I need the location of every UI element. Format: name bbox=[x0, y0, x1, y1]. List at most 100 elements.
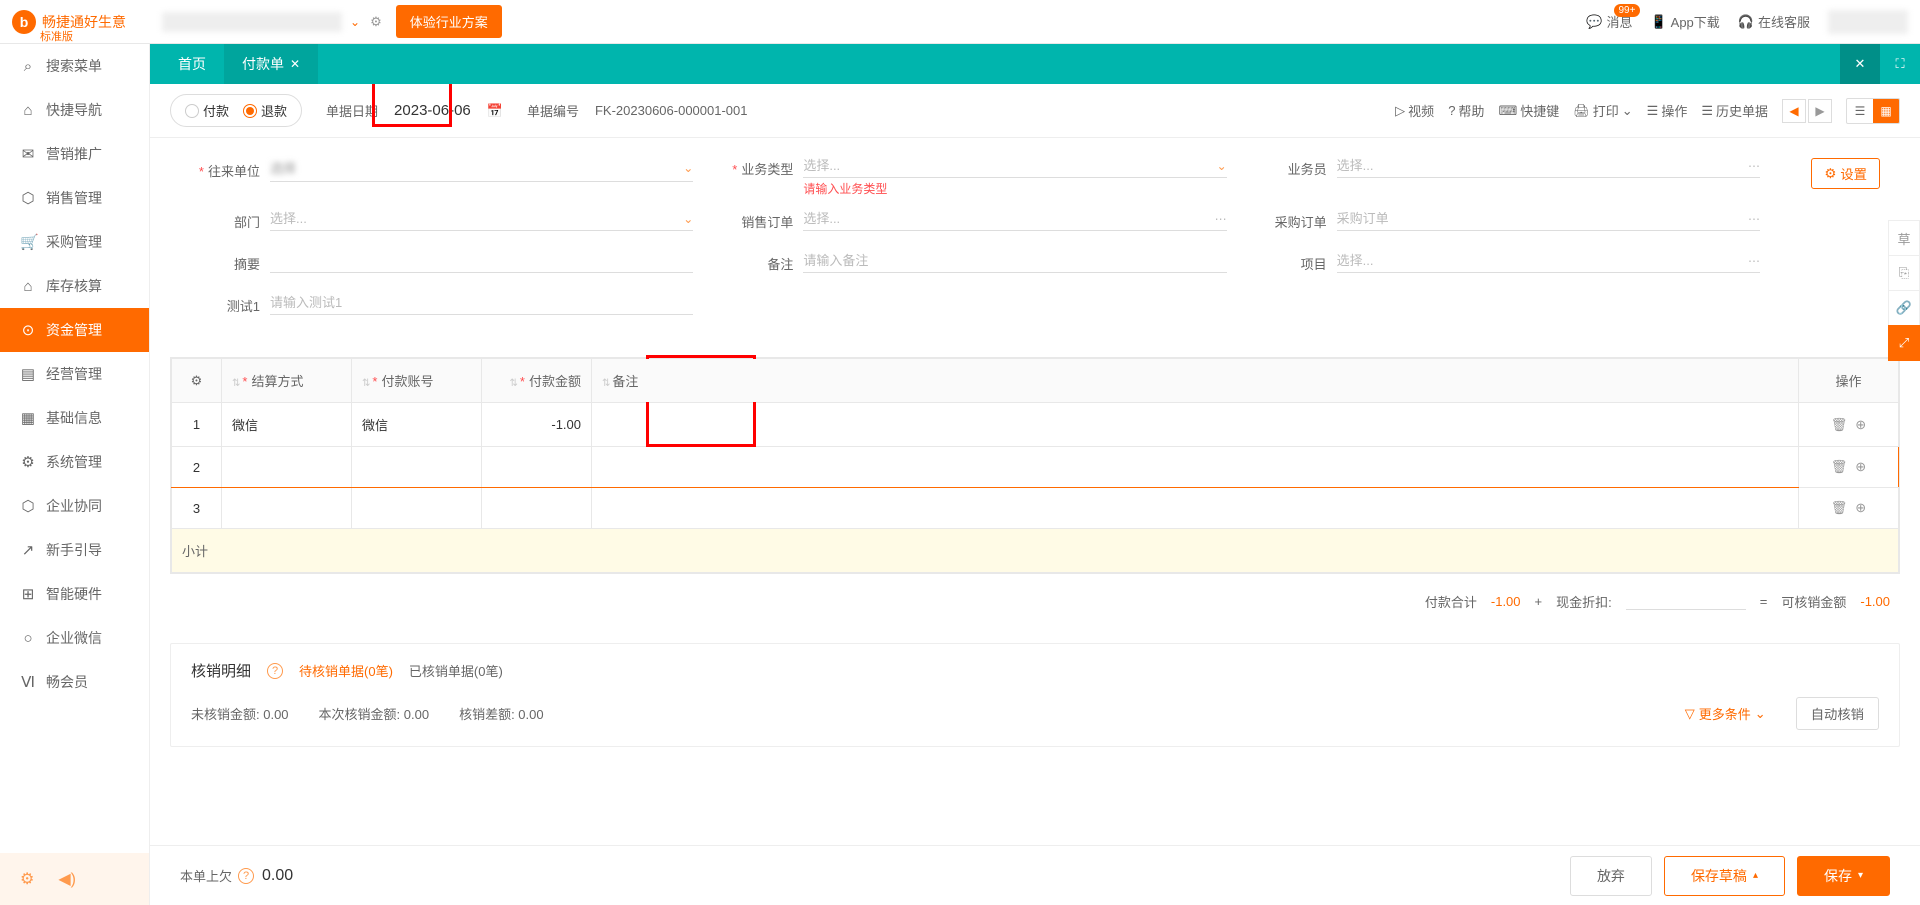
auto-verify-button[interactable]: 自动核销 bbox=[1796, 697, 1879, 730]
float-draft-icon[interactable]: 草 bbox=[1888, 220, 1920, 256]
biztype-label: 业务类型 bbox=[723, 159, 793, 178]
history-link[interactable]: ☰ 历史单据 bbox=[1701, 101, 1768, 120]
delete-icon[interactable]: 🗑 bbox=[1831, 500, 1848, 515]
tab-close-all[interactable]: ✕ bbox=[1840, 44, 1880, 84]
close-icon[interactable]: ✕ bbox=[290, 57, 300, 71]
sidebar-item-2[interactable]: ✉营销推广 bbox=[0, 132, 149, 176]
next-doc[interactable]: ▶ bbox=[1808, 99, 1832, 123]
pending-tab[interactable]: 待核销单据(0笔) bbox=[299, 661, 393, 680]
document-topline: 付款 退款 单据日期 2023-06-06 📅 单据编号 FK-20230606… bbox=[150, 84, 1920, 138]
tab-fullscreen[interactable]: ⛶ bbox=[1880, 44, 1920, 84]
view-toggle: ☰ ▦ bbox=[1846, 98, 1900, 124]
org-selector[interactable]: ⌄ bbox=[162, 12, 360, 32]
sidebar-item-0[interactable]: ⌕搜索菜单 bbox=[0, 44, 149, 88]
avatar[interactable] bbox=[1828, 10, 1908, 34]
delete-icon[interactable]: 🗑 bbox=[1831, 459, 1848, 474]
prev-doc[interactable]: ◀ bbox=[1782, 99, 1806, 123]
sidebar-item-6[interactable]: ⊙资金管理 bbox=[0, 308, 149, 352]
verify-title: 核销明细 bbox=[191, 660, 251, 681]
delete-icon[interactable]: 🗑 bbox=[1831, 417, 1848, 432]
float-expand-icon[interactable]: ⤢ bbox=[1888, 325, 1920, 361]
done-tab[interactable]: 已核销单据(0笔) bbox=[409, 661, 503, 680]
radio-refund[interactable]: 退款 bbox=[237, 99, 293, 122]
table-settings-icon[interactable]: ⚙ bbox=[172, 359, 222, 403]
add-icon[interactable]: ⊕ bbox=[1855, 417, 1866, 432]
ops-link[interactable]: ☰ 操作 bbox=[1647, 101, 1688, 120]
app-download-link[interactable]: 📱 App下载 bbox=[1650, 12, 1719, 31]
print-link[interactable]: 🖨 打印 ⌄ bbox=[1573, 101, 1632, 120]
add-icon[interactable]: ⊕ bbox=[1855, 459, 1866, 474]
table-row[interactable]: 1微信微信-1.00🗑⊕ bbox=[172, 403, 1899, 447]
form-area: 往来单位 选择 ⌄ 业务类型 ⌄ 请输入业务类型 bbox=[150, 138, 1920, 347]
partner-input[interactable]: 选择 ⌄ bbox=[270, 158, 693, 182]
view-list[interactable]: ☰ bbox=[1847, 99, 1873, 123]
purchase-order-input[interactable]: ⋯ bbox=[1337, 211, 1760, 231]
subtotal-row: 小计 bbox=[172, 529, 1899, 573]
sidebar-item-12[interactable]: ⊞智能硬件 bbox=[0, 572, 149, 616]
video-link[interactable]: ▷ 视频 bbox=[1395, 101, 1434, 120]
help-link[interactable]: ? 帮助 bbox=[1448, 101, 1484, 120]
sidebar-item-9[interactable]: ⚙系统管理 bbox=[0, 440, 149, 484]
owe-value: 0.00 bbox=[262, 867, 293, 885]
experience-button[interactable]: 体验行业方案 bbox=[396, 5, 502, 38]
sidebar-item-4[interactable]: 🛒采购管理 bbox=[0, 220, 149, 264]
nav-icon: ▤ bbox=[20, 365, 36, 383]
tab-payment[interactable]: 付款单 ✕ bbox=[224, 44, 318, 84]
more-conditions[interactable]: ▽ 更多条件 ⌄ bbox=[1685, 704, 1766, 723]
radio-pay[interactable]: 付款 bbox=[179, 99, 235, 122]
sidebar-item-8[interactable]: ▦基础信息 bbox=[0, 396, 149, 440]
col-account[interactable]: ⇅付款账号 bbox=[352, 359, 482, 403]
biztype-input[interactable]: ⌄ 请输入业务类型 bbox=[803, 158, 1226, 178]
pay-total-value: -1.00 bbox=[1491, 594, 1521, 609]
settings-button[interactable]: ⚙ 设置 bbox=[1811, 158, 1880, 189]
table-row[interactable]: 2🗑⊕ bbox=[172, 447, 1899, 488]
messages-link[interactable]: 💬 消息 99+ bbox=[1586, 12, 1632, 31]
view-detail[interactable]: ▦ bbox=[1873, 99, 1899, 123]
settings-icon[interactable]: ⚙ bbox=[20, 869, 34, 889]
sales-order-input[interactable]: ⋯ bbox=[803, 211, 1226, 231]
col-ops: 操作 bbox=[1799, 359, 1899, 403]
sidebar-item-1[interactable]: ⌂快捷导航 bbox=[0, 88, 149, 132]
abandon-button[interactable]: 放弃 bbox=[1570, 856, 1652, 896]
service-link[interactable]: 🎧 在线客服 bbox=[1738, 12, 1810, 31]
col-settle[interactable]: ⇅结算方式 bbox=[222, 359, 352, 403]
logo-icon: b bbox=[12, 10, 36, 34]
float-copy-icon[interactable]: ⎘ bbox=[1888, 255, 1920, 291]
tab-home[interactable]: 首页 bbox=[160, 44, 224, 84]
sidebar-item-10[interactable]: ⬡企业协同 bbox=[0, 484, 149, 528]
remark-label: 备注 bbox=[723, 254, 793, 273]
sidebar-item-14[interactable]: Ⅵ畅会员 bbox=[0, 660, 149, 704]
discount-input[interactable] bbox=[1626, 594, 1746, 610]
top-header: b 畅捷通好生意 标准版 ⌄ ⚙ 体验行业方案 💬 消息 99+ 📱 App下载… bbox=[0, 0, 1920, 44]
partner-label: 往来单位 bbox=[190, 161, 260, 180]
headset-icon: 🎧 bbox=[1738, 14, 1754, 30]
project-input[interactable]: ⋯ bbox=[1337, 253, 1760, 273]
date-value[interactable]: 2023-06-06 bbox=[394, 102, 471, 119]
collapse-icon[interactable]: ◀) bbox=[58, 869, 76, 889]
test1-input[interactable] bbox=[270, 295, 693, 315]
save-button[interactable]: 保存▾ bbox=[1797, 856, 1890, 896]
info-icon[interactable]: ? bbox=[267, 663, 283, 679]
remark-input[interactable] bbox=[803, 253, 1226, 273]
gear-icon[interactable]: ⚙ bbox=[370, 14, 382, 30]
doc-no-value: FK-20230606-000001-001 bbox=[595, 103, 748, 118]
summary-input[interactable] bbox=[270, 253, 693, 273]
sidebar-item-3[interactable]: ⬡销售管理 bbox=[0, 176, 149, 220]
sidebar-item-11[interactable]: ↗新手引导 bbox=[0, 528, 149, 572]
hotkey-link[interactable]: ⌨ 快捷键 bbox=[1498, 101, 1559, 120]
float-attach-icon[interactable]: 🔗 bbox=[1888, 290, 1920, 326]
col-amount[interactable]: ⇅付款金额 bbox=[482, 359, 592, 403]
sidebar-item-5[interactable]: ⌂库存核算 bbox=[0, 264, 149, 308]
sidebar-item-13[interactable]: ○企业微信 bbox=[0, 616, 149, 660]
info-icon[interactable]: ? bbox=[238, 868, 254, 884]
calendar-icon[interactable]: 📅 bbox=[487, 103, 503, 119]
table-row[interactable]: 3🗑⊕ bbox=[172, 488, 1899, 529]
col-remark[interactable]: ⇅备注 bbox=[592, 359, 1799, 403]
nav-icon: ⌕ bbox=[20, 58, 36, 75]
totals-line: 付款合计 -1.00 + 现金折扣: = 可核销金额 -1.00 bbox=[150, 574, 1920, 629]
sidebar-item-7[interactable]: ▤经营管理 bbox=[0, 352, 149, 396]
clerk-input[interactable]: ⋯ bbox=[1337, 158, 1760, 178]
add-icon[interactable]: ⊕ bbox=[1855, 500, 1866, 515]
save-draft-button[interactable]: 保存草稿▴ bbox=[1664, 856, 1785, 896]
dept-input[interactable]: ⌄ bbox=[270, 211, 693, 231]
